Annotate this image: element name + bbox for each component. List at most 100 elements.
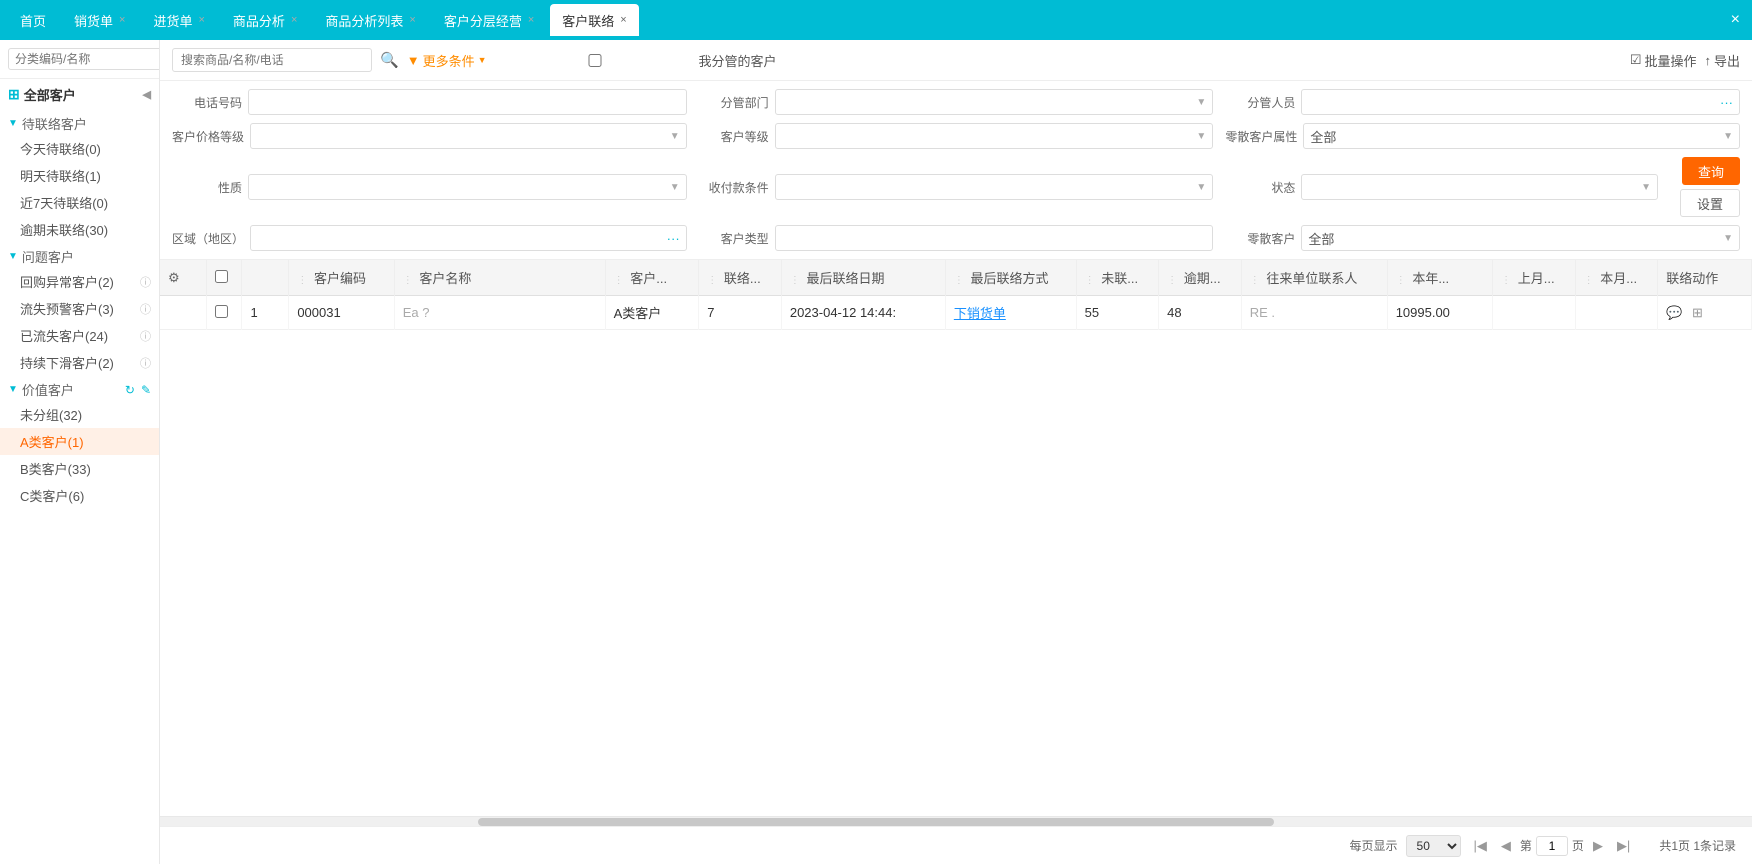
row-name: Ea ? [403, 305, 430, 320]
gear-icon[interactable] [168, 270, 180, 285]
nav-product-list[interactable]: 商品分析列表 × [313, 4, 427, 36]
col-drag-last-type: ⋮ [954, 275, 964, 286]
sidebar-group-problem[interactable]: ▼ 问题客户 [0, 243, 159, 268]
nav-customer-tier-label: 客户分层经营 [444, 11, 522, 30]
col-year-amount: ⋮ 本年... [1387, 260, 1492, 296]
sidebar-item-overdue[interactable]: 逾期未联络(30) [0, 216, 159, 243]
filter-row-retail-attr: 零散客户属性 全部 ▼ [1225, 123, 1740, 149]
sidebar-item-a-class[interactable]: A类客户(1) [0, 428, 159, 455]
payment-select[interactable]: ▼ [775, 174, 1214, 200]
col-uncontacted-label: 未联... [1101, 271, 1138, 286]
sidebar-group-pending[interactable]: ▼ 待联络客户 [0, 110, 159, 135]
retail-attr-select[interactable]: 全部 ▼ [1303, 123, 1740, 149]
sidebar-item-churned[interactable]: 已流失客户(24) ⓘ [0, 322, 159, 349]
per-page-select[interactable]: 50 100 200 [1406, 835, 1461, 857]
table-header-row: ⋮ 客户编码 ⋮ 客户名称 ⋮ 客户... ⋮ [160, 260, 1752, 296]
person-select[interactable]: ··· [1301, 89, 1740, 115]
last-page-btn[interactable]: ▶| [1612, 836, 1635, 856]
filter-icon: ▼ [407, 53, 420, 68]
dept-select[interactable]: ▼ [775, 89, 1214, 115]
col-index [242, 260, 289, 296]
next-page-btn[interactable]: ▶ [1588, 836, 1608, 856]
batch-op-btn[interactable]: ☑ 批量操作 [1630, 51, 1697, 70]
scrollbar-thumb[interactable] [478, 818, 1274, 826]
sidebar-item-unclassified[interactable]: 未分组(32) [0, 401, 159, 428]
current-page-input[interactable] [1536, 836, 1568, 856]
value-refresh-icon[interactable]: ↻ [125, 383, 135, 397]
declining-label: 持续下滑客户(2) [20, 353, 114, 372]
nav-customer-contact[interactable]: 客户联络 × [550, 4, 638, 36]
chat-action-icon[interactable]: 💬 [1666, 305, 1682, 320]
export-btn[interactable]: ↑ 导出 [1704, 51, 1740, 70]
row-year-amount-cell: 10995.00 [1387, 296, 1492, 330]
table-footer: 每页显示 50 100 200 |◀ ◀ 第 页 ▶ ▶| 共1页 1条记录 [160, 826, 1752, 864]
my-customers-checkbox-label[interactable]: 我分管的客户 [495, 51, 777, 70]
region-dots[interactable]: ··· [667, 231, 680, 246]
qr-action-icon[interactable]: ⊞ [1692, 305, 1703, 320]
query-btn[interactable]: 查询 [1682, 157, 1740, 185]
row-last-type[interactable]: 下销货单 [954, 306, 1006, 321]
region-select[interactable]: ··· [250, 225, 687, 251]
filter-row-nature: 性质 ▼ [172, 157, 687, 217]
nav-purchase-close[interactable]: × [198, 14, 204, 26]
info-icon-declining: ⓘ [140, 355, 151, 371]
sidebar-group-value[interactable]: ▼ 价值客户 ↻ ✎ [0, 376, 159, 401]
sidebar-all-customers[interactable]: ⊞ 全部客户 ◀ [0, 79, 159, 110]
my-customers-checkbox[interactable] [495, 54, 695, 67]
first-page-btn[interactable]: |◀ [1469, 836, 1492, 856]
nav-sales-close[interactable]: × [119, 14, 125, 26]
row-uncontacted: 55 [1085, 305, 1099, 320]
phone-input[interactable] [248, 89, 687, 115]
status-select[interactable]: ▼ [1301, 174, 1658, 200]
nature-select[interactable]: ▼ [248, 174, 687, 200]
value-edit-icon[interactable]: ✎ [141, 383, 151, 397]
row-overdue-cell: 48 [1159, 296, 1242, 330]
col-overdue-label: 逾期... [1184, 271, 1221, 286]
row-last-type-cell: 下销货单 [945, 296, 1076, 330]
filter-search-input[interactable] [172, 48, 372, 72]
sidebar-item-repurchase-anomaly[interactable]: 回购异常客户(2) ⓘ [0, 268, 159, 295]
nav-product-analysis[interactable]: 商品分析 × [221, 4, 309, 36]
sidebar-search-input[interactable] [8, 48, 160, 70]
nav-home[interactable]: 首页 [8, 4, 58, 36]
nav-sales-order[interactable]: 销货单 × [62, 4, 137, 36]
nav-customer-tier[interactable]: 客户分层经营 × [432, 4, 546, 36]
sidebar-item-churn-warning[interactable]: 流失预警客户(3) ⓘ [0, 295, 159, 322]
customer-type-input[interactable] [775, 225, 1214, 251]
retail-customer-select[interactable]: 全部 ▼ [1301, 225, 1740, 251]
filter-bar: 🔍 ▼ 更多条件 ▼ 我分管的客户 ☑ 批量操作 ↑ 导出 [160, 40, 1752, 81]
horizontal-scrollbar[interactable] [160, 816, 1752, 826]
global-close-btn[interactable]: × [1731, 11, 1740, 29]
row-code-cell: 000031 [289, 296, 394, 330]
pending-arrow: ▼ [8, 118, 18, 129]
price-level-select[interactable]: ▼ [250, 123, 687, 149]
row-checkbox[interactable] [215, 305, 228, 318]
tomorrow-label: 明天待联络(1) [20, 166, 101, 185]
retail-attr-value: 全部 [1310, 127, 1336, 146]
my-customers-label: 我分管的客户 [699, 51, 777, 70]
nav-product-close[interactable]: × [291, 14, 297, 26]
sidebar-item-declining[interactable]: 持续下滑客户(2) ⓘ [0, 349, 159, 376]
nav-purchase-order[interactable]: 进货单 × [141, 4, 216, 36]
select-all-checkbox[interactable] [215, 270, 228, 283]
person-dots[interactable]: ··· [1720, 95, 1733, 110]
nav-product-list-close[interactable]: × [409, 14, 415, 26]
more-filters-btn[interactable]: ▼ 更多条件 ▼ [407, 51, 487, 70]
sidebar-item-today[interactable]: 今天待联络(0) [0, 135, 159, 162]
c-class-label: C类客户(6) [20, 486, 84, 505]
settings-btn[interactable]: 设置 [1680, 189, 1740, 217]
sidebar-item-week[interactable]: 近7天待联络(0) [0, 189, 159, 216]
sidebar-item-b-class[interactable]: B类客户(33) [0, 455, 159, 482]
prev-page-btn[interactable]: ◀ [1496, 836, 1516, 856]
filter-search-icon[interactable]: 🔍 [380, 51, 399, 69]
sidebar-collapse-btn[interactable]: ◀ [143, 88, 151, 101]
sidebar-item-c-class[interactable]: C类客户(6) [0, 482, 159, 509]
customer-level-label: 客户等级 [699, 128, 769, 145]
sidebar-item-tomorrow[interactable]: 明天待联络(1) [0, 162, 159, 189]
filter-row-region: 区域（地区） ··· [172, 225, 687, 251]
nav-product-label: 商品分析 [233, 11, 285, 30]
nav-customer-contact-close[interactable]: × [620, 14, 626, 26]
customer-level-select[interactable]: ▼ [775, 123, 1214, 149]
top-nav: 首页 销货单 × 进货单 × 商品分析 × 商品分析列表 × 客户分层经营 × … [0, 0, 1752, 40]
nav-customer-tier-close[interactable]: × [528, 14, 534, 26]
